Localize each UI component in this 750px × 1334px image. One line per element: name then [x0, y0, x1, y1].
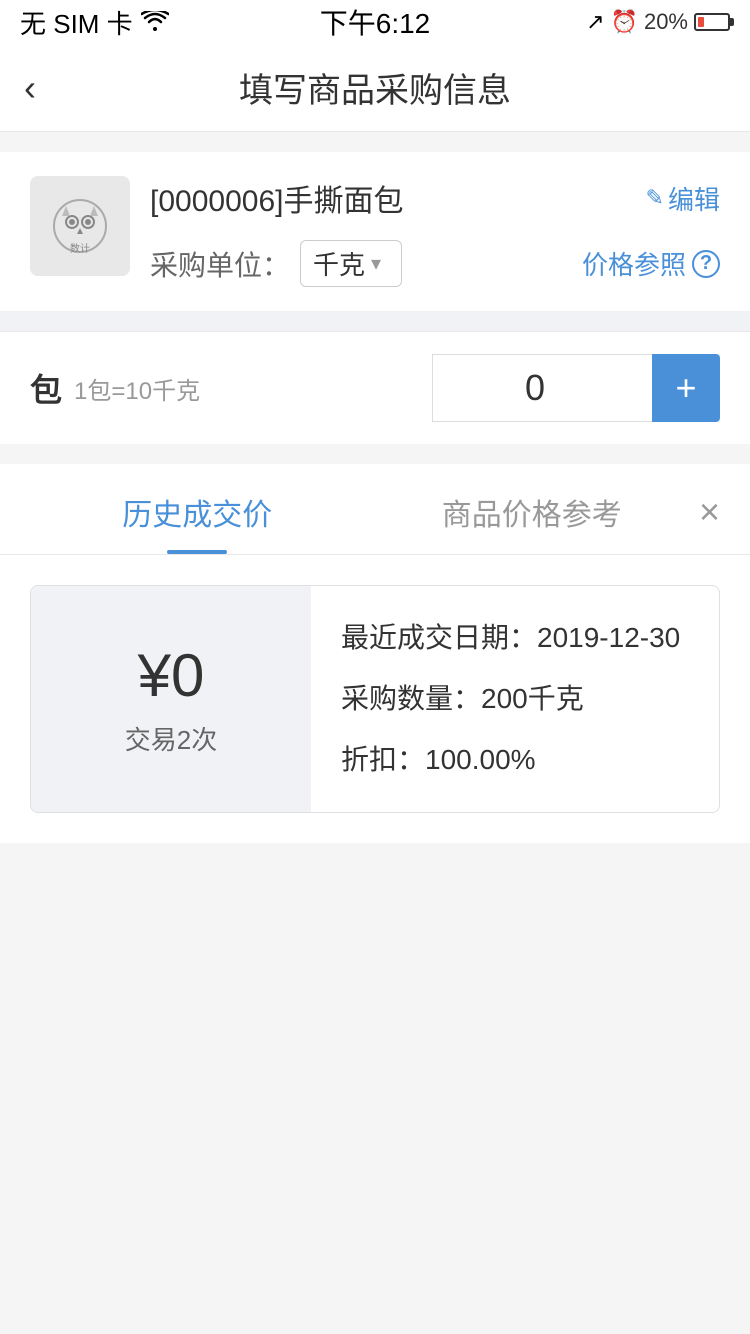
unit-label: 采购单位： 千克 ▾ [150, 240, 402, 287]
quantity-unit-sub: 1包=10千克 [74, 371, 200, 406]
quantity-input-group: + [432, 354, 720, 422]
product-logo-icon: 数计 [50, 196, 110, 256]
quantity-unit-big: 包 [30, 365, 62, 411]
page-title: 填写商品采购信息 [239, 63, 511, 112]
edit-button[interactable]: ✎ 编辑 [646, 180, 720, 217]
unit-select[interactable]: 千克 ▾ [300, 240, 402, 287]
price-ref-help-icon: ? [692, 250, 720, 278]
quantity-label: 包 1包=10千克 [30, 365, 200, 411]
status-bar: 无 SIM 卡 下午6:12 ↗ ⏰ 20% [0, 0, 750, 44]
quantity-input[interactable] [432, 354, 652, 422]
tabs-header: 历史成交价 商品价格参考 × [0, 464, 750, 555]
product-card: 数计 [0000006]手撕面包 ✎ 编辑 采购单位： 千克 ▾ [0, 152, 750, 311]
nav-bar: ‹ 填写商品采购信息 [0, 44, 750, 132]
tab-product-price-ref[interactable]: 商品价格参考 [364, 464, 698, 554]
status-left: 无 SIM 卡 [20, 4, 169, 41]
location-icon: ↗ [586, 9, 604, 35]
product-header: 数计 [0000006]手撕面包 ✎ 编辑 采购单位： 千克 ▾ [30, 176, 720, 287]
history-discount-row: 折扣：100.00% [341, 738, 689, 783]
alarm-icon: ⏰ [611, 9, 638, 35]
carrier-label: 无 SIM 卡 [20, 4, 133, 41]
history-purchase-qty-row: 采购数量：200千克 [341, 677, 689, 722]
history-recent-date-row: 最近成交日期：2019-12-30 [341, 616, 689, 661]
quantity-section: 包 1包=10千克 + [0, 331, 750, 444]
dropdown-arrow-icon: ▾ [371, 251, 381, 276]
quantity-row: 包 1包=10千克 + [0, 331, 750, 444]
status-time: 下午6:12 [320, 2, 431, 42]
tabs-container: 历史成交价 商品价格参考 × ¥0 交易2次 最近成交日期：2019-12-30… [0, 464, 750, 843]
tab-content-history: ¥0 交易2次 最近成交日期：2019-12-30 采购数量：200千克 折扣：… [0, 555, 750, 843]
product-thumbnail: 数计 [30, 176, 130, 276]
quantity-plus-button[interactable]: + [652, 354, 720, 422]
price-reference-button[interactable]: 价格参照 ? [582, 245, 720, 282]
battery-percent: 20% [644, 9, 688, 35]
back-button[interactable]: ‹ [24, 67, 36, 109]
section-divider [0, 311, 750, 331]
battery-icon [694, 13, 730, 31]
status-right: ↗ ⏰ 20% [586, 9, 730, 35]
tab-history-price[interactable]: 历史成交价 [30, 464, 364, 554]
plus-icon: + [675, 370, 696, 406]
product-info: [0000006]手撕面包 ✎ 编辑 采购单位： 千克 ▾ 价格参照 [150, 176, 720, 287]
history-price-left: ¥0 交易2次 [31, 586, 311, 812]
wifi-icon [141, 7, 169, 38]
svg-text:数计: 数计 [70, 242, 90, 255]
tabs-close-button[interactable]: × [699, 468, 720, 550]
history-trade-count: 交易2次 [125, 720, 217, 757]
history-price-value: ¥0 [138, 641, 205, 710]
history-price-right: 最近成交日期：2019-12-30 采购数量：200千克 折扣：100.00% [311, 586, 719, 812]
history-price-card: ¥0 交易2次 最近成交日期：2019-12-30 采购数量：200千克 折扣：… [30, 585, 720, 813]
edit-icon: ✎ [646, 185, 664, 211]
battery-icon-container [694, 13, 730, 31]
product-name: [0000006]手撕面包 [150, 176, 403, 220]
